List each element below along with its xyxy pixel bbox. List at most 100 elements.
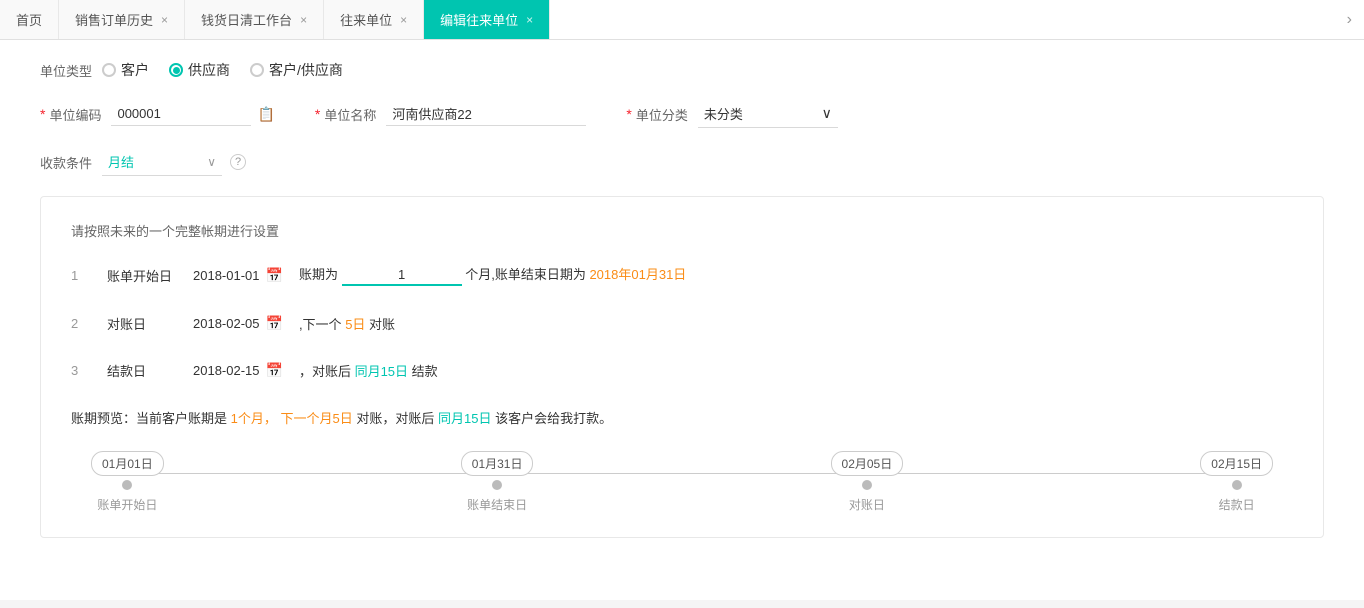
radio-supplier-circle	[169, 63, 183, 77]
row2-label: 对账日	[107, 314, 177, 333]
row2-highlight: 5日	[345, 317, 365, 332]
row1-label: 账单开始日	[107, 266, 177, 285]
unit-type-row: 单位类型 客户 供应商 客户/供应商	[40, 60, 1324, 80]
tab-home-label: 首页	[16, 10, 42, 29]
row1-date: 2018-01-01 📅	[193, 267, 283, 284]
radio-customer-supplier[interactable]: 客户/供应商	[250, 60, 343, 80]
code-icon[interactable]: 📋	[257, 106, 274, 123]
name-label: 单位名称	[324, 105, 376, 124]
tab-bar: 首页 销售订单历史 × 钱货日清工作台 × 往来单位 × 编辑往来单位 × ›	[0, 0, 1364, 40]
row1-highlight: 2018年01月31日	[589, 267, 686, 282]
category-required: *	[626, 106, 631, 122]
row1-date-value: 2018-01-01	[193, 268, 260, 283]
category-label: 单位分类	[636, 105, 688, 124]
row1-desc-after: 个月,账单结束日期为	[465, 267, 586, 282]
preview-part3: 对账，对账后	[356, 411, 434, 426]
row3-desc-before: ，对账后	[299, 364, 351, 379]
tl-label-3: 对账日	[849, 496, 885, 513]
panel-title: 请按照未来的一个完整帐期进行设置	[71, 221, 1293, 240]
timeline-node-2: 01月31日 账单结束日	[461, 451, 534, 513]
row2-calendar-icon[interactable]: 📅	[266, 315, 283, 332]
name-required: *	[315, 106, 320, 122]
timeline-nodes: 01月01日 账单开始日 01月31日 账单结束日 02月05日 对账日 02月…	[91, 451, 1273, 513]
row2-date-value: 2018-02-05	[193, 316, 260, 331]
setting-row-2: 2 对账日 2018-02-05 📅 ,下一个 5日 对账	[71, 314, 1293, 333]
payment-chevron-icon: ∨	[207, 155, 216, 169]
timeline: 01月01日 账单开始日 01月31日 账单结束日 02月05日 对账日 02月…	[71, 451, 1293, 513]
tl-label-4: 结款日	[1219, 496, 1255, 513]
timeline-line	[101, 473, 1263, 474]
tl-bubble-4: 02月15日	[1200, 451, 1273, 476]
row3-desc: ，对账后 同月15日 结款	[299, 361, 438, 380]
period-input[interactable]	[342, 265, 462, 286]
row1-desc-before: 账期为	[299, 267, 338, 282]
row1-number: 1	[71, 268, 91, 283]
main-content: 单位类型 客户 供应商 客户/供应商 * 单位编码 📋 * 单位名称	[0, 40, 1364, 600]
tab-home[interactable]: 首页	[0, 0, 59, 39]
code-required: *	[40, 106, 45, 122]
row2-date: 2018-02-05 📅	[193, 315, 283, 332]
setting-row-3: 3 结款日 2018-02-15 📅 ，对账后 同月15日 结款	[71, 361, 1293, 380]
row3-number: 3	[71, 363, 91, 378]
preview-section: 账期预览：当前客户账期是 1个月， 下一个月5日 对账，对账后 同月15日 该客…	[71, 408, 1293, 427]
category-value: 未分类	[704, 104, 822, 123]
tab-partner-close[interactable]: ×	[400, 13, 407, 27]
unit-type-label: 单位类型	[40, 61, 92, 80]
payment-help-icon[interactable]: ?	[230, 154, 246, 170]
tl-bubble-1: 01月01日	[91, 451, 164, 476]
payment-select[interactable]: 月结 ∨	[102, 148, 222, 176]
tl-label-2: 账单结束日	[467, 496, 527, 513]
payment-value: 月结	[108, 152, 199, 171]
row1-desc: 账期为 个月,账单结束日期为 2018年01月31日	[299, 264, 686, 286]
tab-more-btn[interactable]: ›	[1335, 11, 1364, 29]
unit-type-radio-group: 客户 供应商 客户/供应商	[102, 60, 343, 80]
category-field-group: * 单位分类 未分类 ∨	[626, 100, 837, 128]
tl-dot-1	[122, 480, 132, 490]
radio-customer-supplier-label: 客户/供应商	[269, 60, 343, 80]
tab-edit-partner[interactable]: 编辑往来单位 ×	[424, 0, 550, 39]
radio-customer-label: 客户	[121, 60, 149, 80]
radio-customer[interactable]: 客户	[102, 60, 149, 80]
timeline-node-4: 02月15日 结款日	[1200, 451, 1273, 513]
name-input[interactable]	[386, 102, 586, 126]
tab-cash-work-close[interactable]: ×	[300, 13, 307, 27]
code-input[interactable]	[111, 102, 251, 126]
row2-desc: ,下一个 5日 对账	[299, 314, 395, 333]
tab-sales-order[interactable]: 销售订单历史 ×	[59, 0, 185, 39]
row3-desc-after: 结款	[412, 364, 438, 379]
code-field-group: * 单位编码 📋	[40, 102, 275, 126]
tab-edit-partner-close[interactable]: ×	[526, 13, 533, 27]
tl-label-1: 账单开始日	[97, 496, 157, 513]
category-chevron-icon: ∨	[822, 105, 832, 122]
setting-row-1: 1 账单开始日 2018-01-01 📅 账期为 个月,账单结束日期为 2018…	[71, 264, 1293, 286]
name-field-group: * 单位名称	[315, 102, 586, 126]
timeline-node-1: 01月01日 账单开始日	[91, 451, 164, 513]
row3-date-value: 2018-02-15	[193, 363, 260, 378]
radio-customer-circle	[102, 63, 116, 77]
tab-edit-partner-label: 编辑往来单位	[440, 10, 518, 29]
radio-customer-supplier-circle	[250, 63, 264, 77]
row3-label: 结款日	[107, 361, 177, 380]
row2-desc-after: 对账	[369, 317, 395, 332]
code-label: 单位编码	[49, 105, 101, 124]
tab-partner-label: 往来单位	[340, 10, 392, 29]
tab-sales-order-close[interactable]: ×	[161, 13, 168, 27]
row2-desc-before: ,下一个	[299, 317, 342, 332]
tab-partner[interactable]: 往来单位 ×	[324, 0, 424, 39]
tab-cash-work-label: 钱货日清工作台	[201, 10, 292, 29]
preview-part4: 同月15日	[438, 411, 491, 426]
tab-sales-order-label: 销售订单历史	[75, 10, 153, 29]
radio-supplier[interactable]: 供应商	[169, 60, 230, 80]
tl-dot-3	[862, 480, 872, 490]
preview-label: 账期预览：当前客户账期是	[71, 411, 227, 426]
tl-dot-4	[1232, 480, 1242, 490]
tab-cash-work[interactable]: 钱货日清工作台 ×	[185, 0, 324, 39]
row2-number: 2	[71, 316, 91, 331]
payment-label: 收款条件	[40, 153, 92, 172]
row3-calendar-icon[interactable]: 📅	[266, 362, 283, 379]
row1-calendar-icon[interactable]: 📅	[266, 267, 283, 284]
preview-part2: 下一个月5日	[281, 411, 353, 426]
preview-part1: 1个月，	[231, 411, 277, 426]
preview-part5: 该客户会给我打款。	[495, 411, 612, 426]
category-select[interactable]: 未分类 ∨	[698, 100, 838, 128]
